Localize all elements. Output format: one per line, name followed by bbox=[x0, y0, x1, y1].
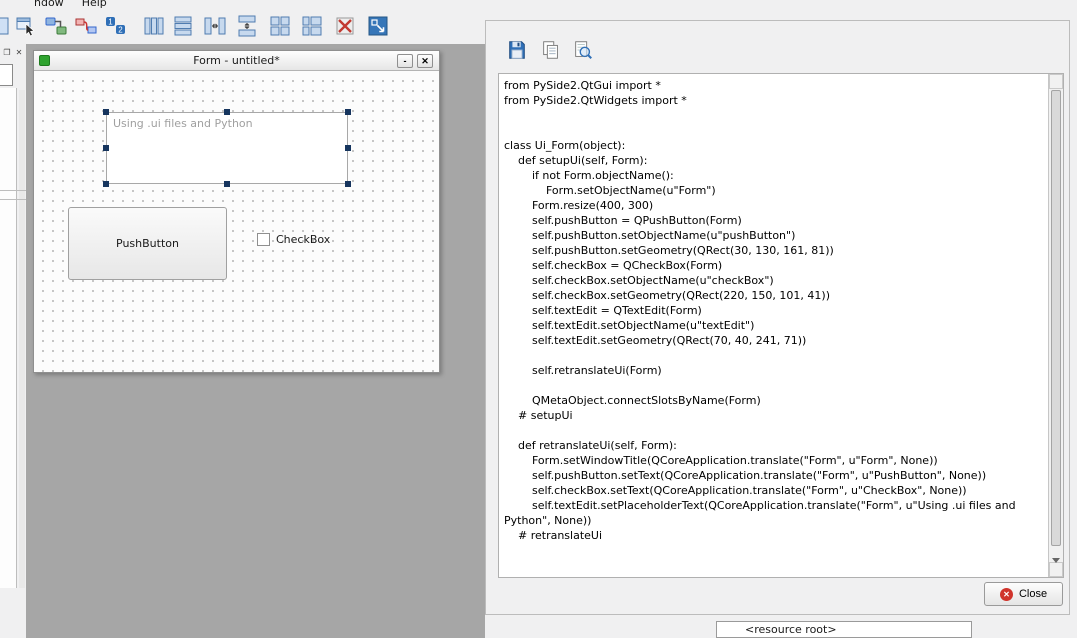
adjust-size-button[interactable] bbox=[364, 12, 392, 40]
resize-handle-mid-right[interactable] bbox=[345, 145, 351, 151]
layout-splitter-horizontal-icon bbox=[203, 14, 227, 38]
edit-tab-order-button[interactable]: 1 2 bbox=[102, 12, 130, 40]
widgetbox-filter-input[interactable] bbox=[0, 64, 13, 86]
layout-splitter-vertical-button[interactable] bbox=[233, 12, 261, 40]
resize-handle-top-right[interactable] bbox=[345, 109, 351, 115]
layout-grid-icon bbox=[268, 14, 292, 38]
dock-close-button[interactable]: ✕ bbox=[13, 47, 25, 59]
layout-form-icon bbox=[300, 14, 324, 38]
code-vertical-scrollbar[interactable] bbox=[1048, 74, 1063, 577]
break-layout-icon bbox=[333, 14, 357, 38]
menu-item-window[interactable]: ndow bbox=[34, 0, 64, 9]
layout-splitter-vertical-icon bbox=[235, 14, 259, 38]
edit-signals-slots-button[interactable] bbox=[42, 12, 70, 40]
edit-widgets-icon bbox=[14, 14, 38, 38]
checkbox-box[interactable] bbox=[257, 233, 270, 246]
dock-separator bbox=[0, 190, 26, 191]
edit-signals-slots-icon bbox=[44, 14, 68, 38]
form-canvas[interactable]: Using .ui files and Python PushButton Ch… bbox=[34, 72, 439, 372]
dock-float-button[interactable]: ❐ bbox=[1, 47, 13, 59]
arrow-down-icon bbox=[1052, 558, 1060, 578]
resource-root-item[interactable]: <resource root> bbox=[717, 622, 971, 637]
textedit-placeholder: Using .ui files and Python bbox=[113, 117, 341, 130]
copy-code-button[interactable] bbox=[538, 37, 564, 63]
resize-handle-top-center[interactable] bbox=[224, 109, 230, 115]
main-toolbar: 1 2 bbox=[0, 9, 500, 44]
adjust-size-icon bbox=[366, 14, 390, 38]
close-button-label: Close bbox=[1019, 588, 1047, 600]
textedit-box[interactable]: Using .ui files and Python bbox=[106, 112, 348, 184]
layout-splitter-horizontal-button[interactable] bbox=[201, 12, 229, 40]
find-code-button[interactable] bbox=[570, 37, 596, 63]
panel-divider bbox=[971, 621, 972, 638]
resize-handle-bottom-left[interactable] bbox=[103, 181, 109, 187]
resize-handle-bottom-center[interactable] bbox=[224, 181, 230, 187]
scrollbar-up-button[interactable] bbox=[1049, 74, 1063, 89]
menu-item-help[interactable]: Help bbox=[82, 0, 107, 9]
save-icon bbox=[506, 39, 528, 61]
code-view[interactable]: from PySide2.QtGui import * from PySide2… bbox=[498, 73, 1064, 578]
dock-separator bbox=[0, 199, 26, 200]
edit-tab-order-icon: 1 2 bbox=[104, 14, 128, 38]
close-dialog-button[interactable]: ✕ Close bbox=[984, 582, 1063, 606]
widgetbox-list[interactable] bbox=[0, 88, 17, 588]
edit-widgets-button[interactable] bbox=[12, 12, 40, 40]
find-icon bbox=[572, 39, 594, 61]
scrollbar-thumb[interactable] bbox=[1051, 90, 1061, 546]
edit-buddies-icon bbox=[74, 14, 98, 38]
layout-grid-button[interactable] bbox=[266, 12, 294, 40]
break-layout-button[interactable] bbox=[331, 12, 359, 40]
resize-handle-mid-left[interactable] bbox=[103, 145, 109, 151]
form-editor-window: Form - untitled* - ✕ Using .ui files and… bbox=[33, 50, 440, 373]
resize-handle-top-left[interactable] bbox=[103, 109, 109, 115]
layout-horizontal-icon bbox=[142, 14, 166, 38]
copy-icon bbox=[540, 39, 562, 61]
svg-text:2: 2 bbox=[118, 26, 123, 35]
edit-buddies-button[interactable] bbox=[72, 12, 100, 40]
resize-handle-bottom-right[interactable] bbox=[345, 181, 351, 187]
pushbutton-label: PushButton bbox=[116, 237, 179, 250]
layout-horizontal-button[interactable] bbox=[140, 12, 168, 40]
pushbutton-widget[interactable]: PushButton bbox=[68, 207, 227, 280]
clipped-toolbar-icon bbox=[0, 14, 12, 38]
layout-vertical-icon bbox=[171, 14, 195, 38]
form-window-title: Form - untitled* bbox=[34, 54, 439, 67]
menubar: ndow Help bbox=[0, 0, 1077, 9]
code-text[interactable]: from PySide2.QtGui import * from PySide2… bbox=[499, 74, 1049, 547]
resource-browser-panel: <resource root> bbox=[716, 621, 972, 638]
form-close-button[interactable]: ✕ bbox=[417, 54, 433, 68]
qt-designer-window: ndow Help bbox=[0, 0, 1077, 638]
form-window-titlebar[interactable]: Form - untitled* - ✕ bbox=[34, 51, 439, 71]
checkbox-label: CheckBox bbox=[276, 233, 330, 246]
save-code-button[interactable] bbox=[504, 37, 530, 63]
scrollbar-down-button[interactable] bbox=[1049, 562, 1063, 577]
svg-text:1: 1 bbox=[108, 18, 113, 27]
layout-vertical-button[interactable] bbox=[169, 12, 197, 40]
textedit-widget[interactable]: Using .ui files and Python bbox=[106, 112, 348, 184]
widgetbox-scrollbar[interactable] bbox=[19, 90, 25, 588]
form-minimize-button[interactable]: - bbox=[397, 54, 413, 68]
close-x-icon: ✕ bbox=[1000, 588, 1013, 601]
code-preview-dialog: from PySide2.QtGui import * from PySide2… bbox=[485, 20, 1070, 615]
checkbox-widget[interactable]: CheckBox bbox=[257, 233, 330, 246]
layout-form-button[interactable] bbox=[298, 12, 326, 40]
